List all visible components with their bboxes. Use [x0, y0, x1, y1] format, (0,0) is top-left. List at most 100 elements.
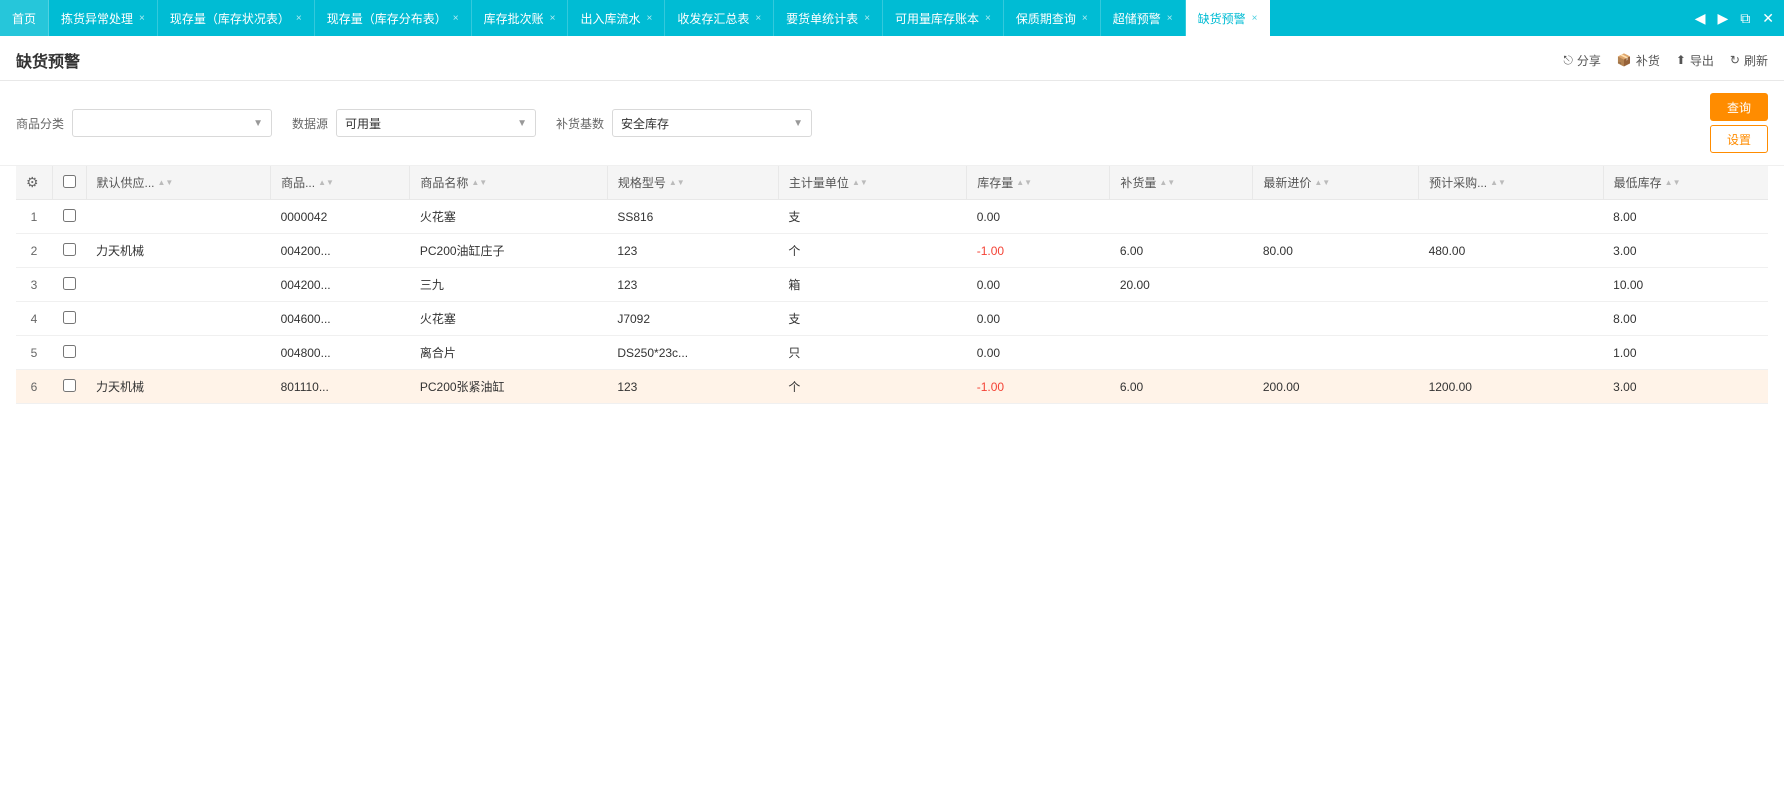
row-num-3: 4 [16, 302, 52, 336]
supplier-sort-icon[interactable]: ▲▼ [158, 178, 174, 187]
category-label: 商品分类 [16, 115, 64, 132]
spec-sort-icon[interactable]: ▲▼ [669, 178, 685, 187]
top-navigation: 首页拣货异常处理×现存量（库存状况表）×现存量（库存分布表）×库存批次账×出入库… [0, 0, 1784, 36]
nav-tab-close-5[interactable]: × [646, 13, 652, 24]
name-cell-0: 火花塞 [410, 200, 607, 234]
price-cell-3 [1253, 302, 1419, 336]
replenish-base-label: 补货基数 [556, 115, 604, 132]
nav-tab-6[interactable]: 收发存汇总表× [665, 0, 774, 36]
nav-tab-label-8: 可用量库存账本 [895, 10, 979, 27]
nav-tab-3[interactable]: 现存量（库存分布表）× [315, 0, 472, 36]
stock-cell-1: -1.00 [967, 234, 1110, 268]
row-checkbox-2[interactable] [63, 277, 76, 290]
datasource-label: 数据源 [292, 115, 328, 132]
row-checkbox-4[interactable] [63, 345, 76, 358]
min-stock-cell-3: 8.00 [1603, 302, 1768, 336]
nav-tab-close-2[interactable]: × [296, 13, 302, 24]
nav-tab-close-3[interactable]: × [453, 13, 459, 24]
nav-tab-2[interactable]: 现存量（库存状况表）× [158, 0, 315, 36]
supplier-cell-3 [86, 302, 271, 336]
nav-tab-close-9[interactable]: × [1082, 13, 1088, 24]
nav-tab-close-11[interactable]: × [1252, 13, 1258, 24]
spec-cell-4: DS250*23c... [607, 336, 778, 370]
row-checkbox-1[interactable] [63, 243, 76, 256]
estimated-cell-4 [1419, 336, 1604, 370]
nav-tab-4[interactable]: 库存批次账× [472, 0, 569, 36]
stock-cell-2: 0.00 [967, 268, 1110, 302]
table-row: 3004200...三九123箱0.0020.0010.00 [16, 268, 1768, 302]
row-checkbox-0[interactable] [63, 209, 76, 222]
row-num-4: 5 [16, 336, 52, 370]
category-filter-group: 商品分类 ▼ [16, 109, 272, 137]
nav-tab-label-0: 首页 [12, 10, 36, 27]
nav-prev-btn[interactable]: ◀ [1689, 10, 1712, 27]
row-num-5: 6 [16, 370, 52, 404]
code-sort-icon[interactable]: ▲▼ [318, 178, 334, 187]
estimated-cell-1: 480.00 [1419, 234, 1604, 268]
nav-tab-close-8[interactable]: × [985, 13, 991, 24]
stock-sort-icon[interactable]: ▲▼ [1016, 178, 1032, 187]
stock-cell-3: 0.00 [967, 302, 1110, 336]
unit-sort-icon[interactable]: ▲▼ [852, 178, 868, 187]
spec-cell-0: SS816 [607, 200, 778, 234]
nav-tab-8[interactable]: 可用量库存账本 × [883, 0, 1004, 36]
stock-cell-4: 0.00 [967, 336, 1110, 370]
main-content: 缺货预警 ⎋分享📦补货⬆导出↻刷新 商品分类 ▼ 数据源 可用量 ▼ 补货基数 … [0, 36, 1784, 796]
nav-tab-close-10[interactable]: × [1167, 13, 1173, 24]
nav-restore-btn[interactable]: ⧉ [1734, 10, 1756, 27]
nav-tab-7[interactable]: 要货单统计表× [774, 0, 883, 36]
category-select[interactable]: ▼ [72, 109, 272, 137]
select-all-checkbox[interactable] [63, 175, 76, 188]
price-sort-icon[interactable]: ▲▼ [1314, 178, 1330, 187]
datasource-select[interactable]: 可用量 ▼ [336, 109, 536, 137]
replenish-sort-icon[interactable]: ▲▼ [1159, 178, 1175, 187]
stock-cell-0: 0.00 [967, 200, 1110, 234]
min-stock-sort-icon[interactable]: ▲▼ [1665, 178, 1681, 187]
nav-tab-9[interactable]: 保质期查询× [1004, 0, 1101, 36]
estimated-sort-icon[interactable]: ▲▼ [1490, 178, 1506, 187]
unit-cell-4: 只 [778, 336, 966, 370]
row-checkbox-3[interactable] [63, 311, 76, 324]
row-num-1: 2 [16, 234, 52, 268]
refresh-icon: ↻ [1730, 53, 1740, 67]
share-action-btn[interactable]: ⎋分享 [1563, 52, 1601, 69]
code-cell-3: 004600... [271, 302, 410, 336]
share-label: 分享 [1577, 52, 1601, 69]
replenish-cell-4 [1110, 336, 1253, 370]
unit-cell-2: 箱 [778, 268, 966, 302]
nav-tab-5[interactable]: 出入库流水× [568, 0, 665, 36]
col-checkbox [52, 166, 86, 200]
nav-tab-1[interactable]: 拣货异常处理× [49, 0, 158, 36]
settings-button[interactable]: 设置 [1710, 125, 1768, 153]
table-container: ⚙ 默认供应... ▲▼ 商品... ▲▼ [0, 166, 1784, 404]
row-checkbox-5[interactable] [63, 379, 76, 392]
nav-tab-close-6[interactable]: × [755, 13, 761, 24]
table-row: 5004800...离合片DS250*23c...只0.001.00 [16, 336, 1768, 370]
filter-action-buttons: 查询 设置 [1710, 93, 1768, 153]
replenish-cell-3 [1110, 302, 1253, 336]
supplier-cell-2 [86, 268, 271, 302]
replenish-action-btn[interactable]: 📦补货 [1617, 52, 1660, 69]
nav-tab-close-7[interactable]: × [864, 13, 870, 24]
export-action-btn[interactable]: ⬆导出 [1676, 52, 1714, 69]
nav-next-btn[interactable]: ▶ [1711, 10, 1734, 27]
page-title: 缺货预警 [16, 48, 80, 72]
replenish-base-select[interactable]: 安全库存 ▼ [612, 109, 812, 137]
replenish-base-value: 安全库存 [621, 115, 669, 132]
query-button[interactable]: 查询 [1710, 93, 1768, 121]
name-cell-1: PC200油缸庄子 [410, 234, 607, 268]
nav-tab-11[interactable]: 缺货预警× [1186, 0, 1271, 36]
name-cell-5: PC200张紧油缸 [410, 370, 607, 404]
export-icon: ⬆ [1676, 53, 1686, 67]
settings-icon[interactable]: ⚙ [26, 174, 39, 190]
nav-tab-close-1[interactable]: × [139, 13, 145, 24]
name-sort-icon[interactable]: ▲▼ [471, 178, 487, 187]
table-row: 10000042火花塞SS816支0.008.00 [16, 200, 1768, 234]
refresh-action-btn[interactable]: ↻刷新 [1730, 52, 1768, 69]
nav-tab-0[interactable]: 首页 [0, 0, 49, 36]
nav-close-btn[interactable]: ✕ [1756, 10, 1780, 27]
data-table: ⚙ 默认供应... ▲▼ 商品... ▲▼ [16, 166, 1768, 404]
nav-tab-10[interactable]: 超储预警× [1101, 0, 1186, 36]
nav-tab-close-4[interactable]: × [550, 13, 556, 24]
supplier-cell-1: 力天机械 [86, 234, 271, 268]
